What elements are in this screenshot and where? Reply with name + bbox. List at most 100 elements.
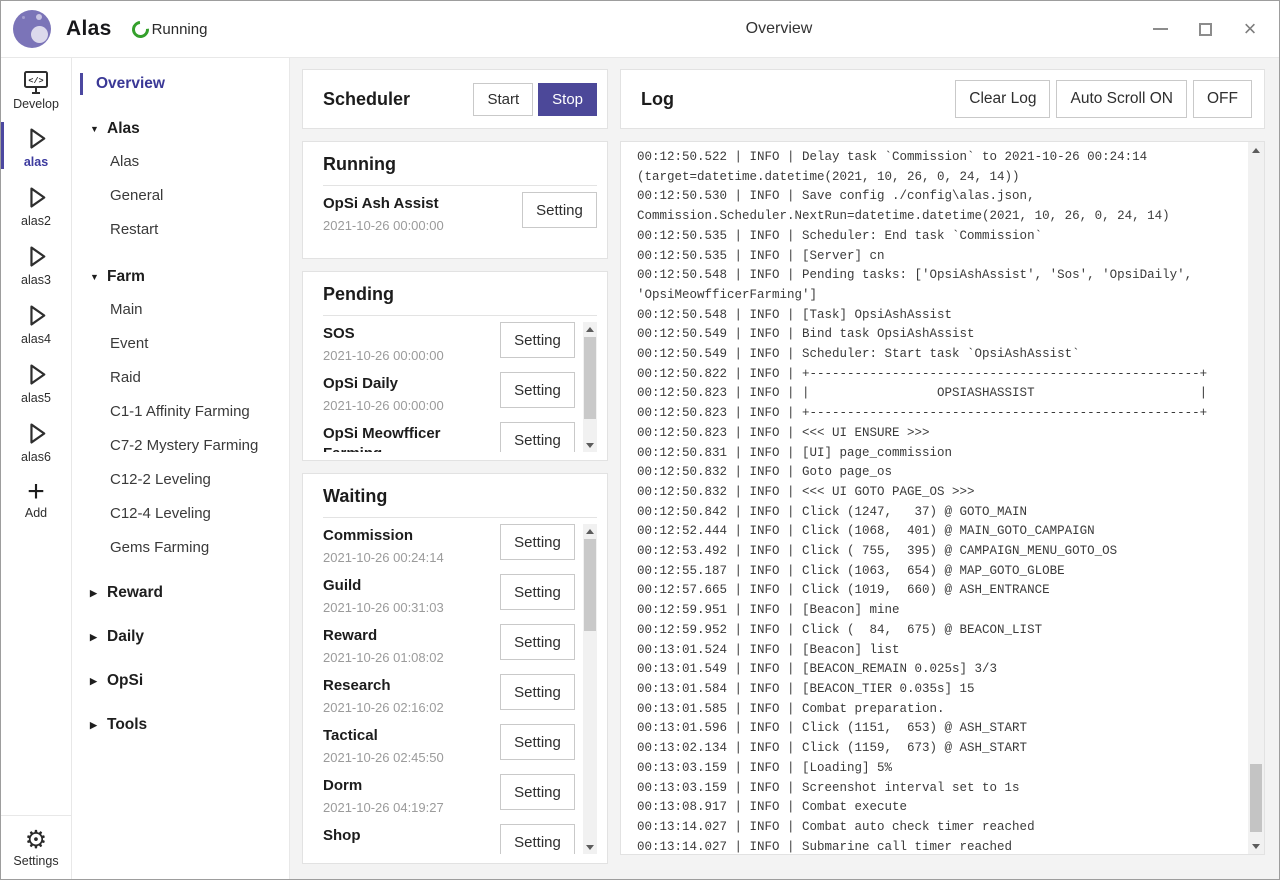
nav-group-header-tools[interactable]: ▶Tools xyxy=(72,710,289,740)
nav-group-header-farm[interactable]: ▼Farm xyxy=(72,262,289,292)
nav-item-c7-2-mystery-farming[interactable]: C7-2 Mystery Farming xyxy=(72,428,289,462)
log-line: 00:13:01.524 | INFO | [Beacon] list xyxy=(637,641,1247,661)
log-line: 00:12:50.823 | INFO | +-----------------… xyxy=(637,404,1247,424)
log-line: 00:13:01.549 | INFO | [BEACON_REMAIN 0.0… xyxy=(637,660,1247,680)
auto-scroll-off-button[interactable]: OFF xyxy=(1193,80,1252,118)
log-line: Commission.Scheduler.NextRun=datetime.da… xyxy=(637,207,1247,227)
gear-icon: ⚙ xyxy=(25,827,47,853)
setting-button[interactable]: Setting xyxy=(500,422,575,452)
task-row: Reward2021-10-26 01:08:02Setting xyxy=(323,624,575,674)
auto-scroll-on-button[interactable]: Auto Scroll ON xyxy=(1056,80,1187,118)
nav-item-overview[interactable]: Overview xyxy=(72,70,289,98)
rail-instance-alas5[interactable]: alas5 xyxy=(1,352,71,411)
scrollbar-thumb[interactable] xyxy=(584,539,596,631)
nav-item-c12-4-leveling[interactable]: C12-4 Leveling xyxy=(72,496,289,530)
setting-button[interactable]: Setting xyxy=(500,322,575,358)
setting-button[interactable]: Setting xyxy=(500,624,575,660)
task-name: SOS xyxy=(323,324,492,344)
task-row: SOS2021-10-26 00:00:00Setting xyxy=(323,322,575,372)
log-line: 00:13:14.027 | INFO | Submarine call tim… xyxy=(637,838,1247,854)
setting-button[interactable]: Setting xyxy=(522,192,597,228)
scroll-down-icon[interactable] xyxy=(583,840,597,854)
log-line: 00:13:08.917 | INFO | Combat execute xyxy=(637,798,1247,818)
log-line: 00:12:50.822 | INFO | +-----------------… xyxy=(637,365,1247,385)
window-controls: × xyxy=(1151,20,1267,38)
minimize-button[interactable] xyxy=(1151,20,1169,38)
nav-item-raid[interactable]: Raid xyxy=(72,360,289,394)
pending-scrollbar[interactable] xyxy=(583,322,597,452)
log-line: 00:13:03.159 | INFO | [Loading] 5% xyxy=(637,759,1247,779)
setting-button[interactable]: Setting xyxy=(500,674,575,710)
waiting-scrollbar[interactable] xyxy=(583,524,597,854)
nav-group-header-reward[interactable]: ▶Reward xyxy=(72,578,289,608)
scroll-up-icon[interactable] xyxy=(583,524,597,538)
app-name: Alas xyxy=(66,17,112,41)
triangle-down-icon: ▼ xyxy=(90,272,107,282)
rail-instance-label: alas2 xyxy=(21,214,51,228)
setting-button[interactable]: Setting xyxy=(500,574,575,610)
nav-group-header-alas[interactable]: ▼Alas xyxy=(72,114,289,144)
rail-item-settings[interactable]: ⚙ Settings xyxy=(1,815,71,879)
nav-item-c1-1-affinity-farming[interactable]: C1-1 Affinity Farming xyxy=(72,394,289,428)
setting-button[interactable]: Setting xyxy=(500,724,575,760)
nav-overview-label: Overview xyxy=(96,75,165,93)
log-line: 00:12:50.823 | INFO | | OPSIASHASSIST | xyxy=(637,384,1247,404)
nav-group-label: Alas xyxy=(107,120,140,138)
minimize-icon xyxy=(1153,28,1168,30)
task-row: ShopSetting xyxy=(323,824,575,854)
play-icon xyxy=(21,182,52,213)
nav-group-header-daily[interactable]: ▶Daily xyxy=(72,622,289,652)
task-info: Shop xyxy=(323,824,500,850)
task-row: Guild2021-10-26 00:31:03Setting xyxy=(323,574,575,624)
task-info: OpSi Meowfficer Farming xyxy=(323,422,500,452)
scroll-down-icon[interactable] xyxy=(1248,838,1264,854)
play-icon xyxy=(21,123,52,154)
rail-item-develop[interactable]: </> Develop xyxy=(1,63,71,116)
stop-button[interactable]: Stop xyxy=(538,83,597,116)
task-name: Guild xyxy=(323,576,492,596)
scroll-down-icon[interactable] xyxy=(583,438,597,452)
setting-button[interactable]: Setting xyxy=(500,824,575,854)
task-name: Commission xyxy=(323,526,492,546)
rail-instance-alas3[interactable]: alas3 xyxy=(1,234,71,293)
nav-item-general[interactable]: General xyxy=(72,178,289,212)
nav-item-main[interactable]: Main xyxy=(72,292,289,326)
nav-item-alas[interactable]: Alas xyxy=(72,144,289,178)
plus-icon: + xyxy=(27,479,45,505)
task-info: Tactical2021-10-26 02:45:50 xyxy=(323,724,500,765)
task-info: Reward2021-10-26 01:08:02 xyxy=(323,624,500,665)
start-button[interactable]: Start xyxy=(473,83,533,116)
scrollbar-thumb[interactable] xyxy=(584,337,596,419)
rail-instance-alas2[interactable]: alas2 xyxy=(1,175,71,234)
scroll-up-icon[interactable] xyxy=(1248,142,1264,158)
waiting-task-list: Commission2021-10-26 00:24:14SettingGuil… xyxy=(323,524,597,854)
nav-item-gems-farming[interactable]: Gems Farming xyxy=(72,530,289,564)
log-line: 00:12:50.535 | INFO | Scheduler: End tas… xyxy=(637,227,1247,247)
log-lines: 00:12:50.522 | INFO | Delay task `Commis… xyxy=(621,142,1247,854)
maximize-button[interactable] xyxy=(1196,20,1214,38)
nav-group-label: Reward xyxy=(107,584,163,602)
rail-instance-alas4[interactable]: alas4 xyxy=(1,293,71,352)
rail-instance-label: alas3 xyxy=(21,273,51,287)
play-icon xyxy=(21,241,52,272)
rail-instance-alas6[interactable]: alas6 xyxy=(1,411,71,470)
setting-button[interactable]: Setting xyxy=(500,372,575,408)
log-scrollbar[interactable] xyxy=(1248,142,1264,854)
nav-item-c12-2-leveling[interactable]: C12-2 Leveling xyxy=(72,462,289,496)
rail-item-add[interactable]: + Add xyxy=(1,470,71,529)
nav-group-header-opsi[interactable]: ▶OpSi xyxy=(72,666,289,696)
setting-button[interactable]: Setting xyxy=(500,524,575,560)
scrollbar-thumb[interactable] xyxy=(1250,764,1262,832)
task-info: OpSi Ash Assist2021-10-26 00:00:00 xyxy=(323,192,522,233)
nav-item-restart[interactable]: Restart xyxy=(72,212,289,246)
task-name: Research xyxy=(323,676,492,696)
close-button[interactable]: × xyxy=(1241,20,1259,38)
clear-log-button[interactable]: Clear Log xyxy=(955,80,1050,118)
waiting-card: Waiting Commission2021-10-26 00:24:14Set… xyxy=(302,473,608,864)
rail-instance-alas[interactable]: alas xyxy=(1,116,71,175)
scroll-up-icon[interactable] xyxy=(583,322,597,336)
task-row: OpSi Ash Assist2021-10-26 00:00:00Settin… xyxy=(323,192,597,242)
setting-button[interactable]: Setting xyxy=(500,774,575,810)
nav-group-tools: ▶Tools xyxy=(72,710,289,740)
nav-item-event[interactable]: Event xyxy=(72,326,289,360)
